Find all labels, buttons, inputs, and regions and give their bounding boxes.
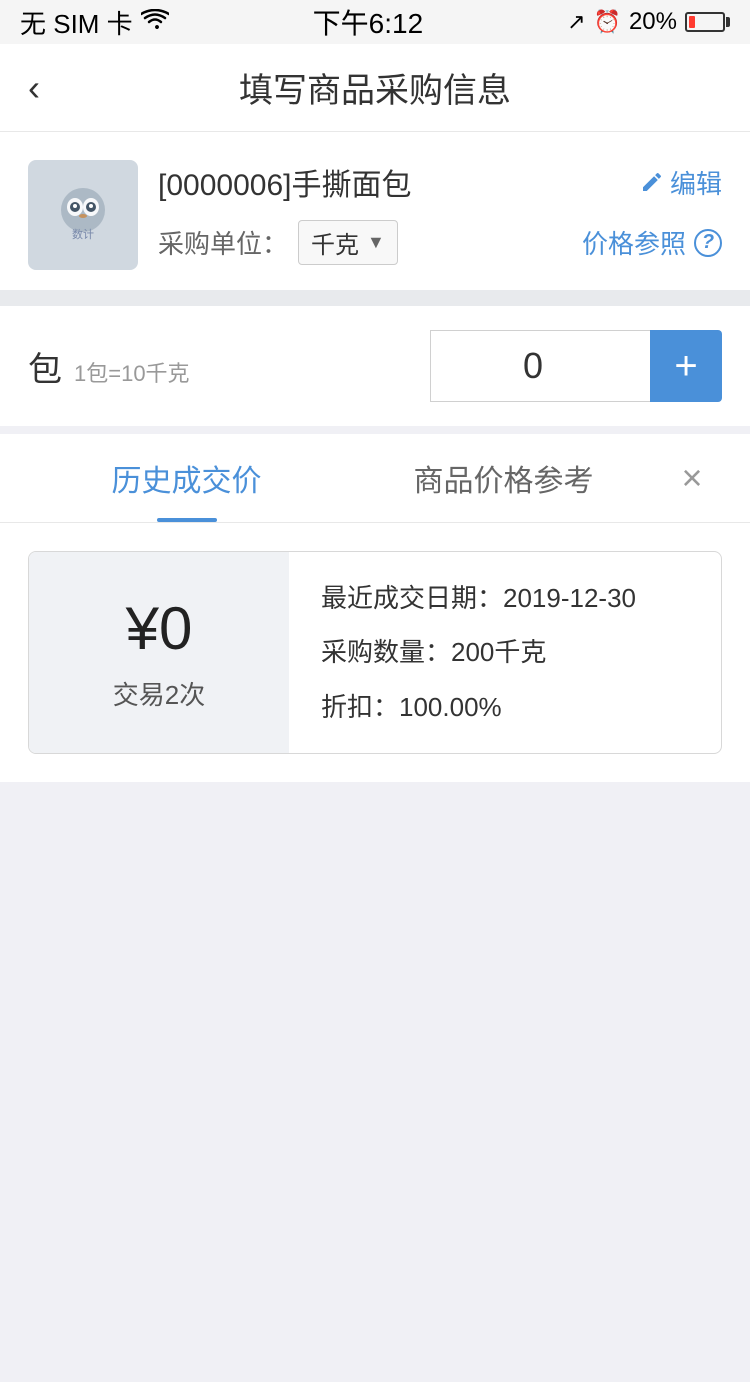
status-bar: 无 SIM 卡 下午6:12 ↗ ⏰ 20% [0, 0, 750, 44]
svg-text:数计: 数计 [72, 228, 94, 241]
status-right: ↗ ⏰ 20% [567, 8, 730, 36]
price-card-left: ¥0 交易2次 [29, 552, 289, 753]
status-left: 无 SIM 卡 [20, 4, 169, 41]
wifi-icon [141, 7, 169, 38]
back-button[interactable]: ‹ [28, 67, 40, 109]
price-amount: ¥0 [126, 594, 193, 663]
quantity-unit-label: 包 [28, 342, 62, 391]
bottom-space [0, 782, 750, 1382]
carrier-text: 无 SIM 卡 [20, 4, 133, 41]
edit-button[interactable]: 编辑 [640, 164, 722, 201]
price-reference-button[interactable]: 价格参照 ? [582, 224, 722, 261]
date-row: 最近成交日期：2019-12-30 [321, 580, 689, 616]
amount-value: 0 [159, 595, 192, 662]
product-id: [0000006] [158, 169, 291, 202]
discount-row: 折扣：100.00% [321, 689, 689, 725]
tab-product-price-ref[interactable]: 商品价格参考 [345, 434, 662, 522]
quantity-convert-note: 1包=10千克 [74, 356, 190, 388]
page-header: ‹ 填写商品采购信息 [0, 44, 750, 132]
purchase-unit-label: 采购单位： [158, 224, 288, 261]
product-info: [0000006]手撕面包 编辑 采购单位： 千克 ▼ [158, 160, 722, 265]
tabs-header: 历史成交价 商品价格参考 × [0, 434, 750, 523]
price-card-right: 最近成交日期：2019-12-30 采购数量：200千克 折扣：100.00% [289, 552, 721, 753]
quantity-row: 采购数量：200千克 [321, 634, 689, 670]
tabs-section: 历史成交价 商品价格参考 × ¥0 交易2次 最近成交日期：2019-12-30… [0, 434, 750, 782]
quantity-section: 包 1包=10千克 + [0, 306, 750, 426]
currency-symbol: ¥ [126, 595, 159, 662]
history-price-content: ¥0 交易2次 最近成交日期：2019-12-30 采购数量：200千克 折扣：… [0, 523, 750, 782]
location-icon: ↗ [567, 9, 585, 35]
page-title: 填写商品采购信息 [239, 63, 511, 112]
tab-history-price[interactable]: 历史成交价 [28, 434, 345, 522]
trade-count: 交易2次 [113, 675, 205, 712]
product-name: [0000006]手撕面包 [158, 160, 411, 204]
battery-icon [685, 12, 730, 32]
quantity-input[interactable] [430, 330, 650, 402]
battery-percent: 20% [629, 8, 677, 36]
info-icon: ? [694, 229, 722, 257]
product-name-text: 手撕面包 [291, 169, 411, 202]
unit-select[interactable]: 千克 ▼ [298, 220, 398, 265]
unit-value: 千克 [311, 225, 359, 260]
status-time: 下午6:12 [313, 2, 424, 42]
product-section: 数计 [0000006]手撕面包 编辑 采购单位： 千克 [0, 132, 750, 290]
edit-icon [640, 170, 664, 194]
product-logo: 数计 [48, 180, 118, 250]
product-thumbnail: 数计 [28, 160, 138, 270]
quantity-plus-button[interactable]: + [650, 330, 722, 402]
alarm-icon: ⏰ [594, 9, 621, 35]
chevron-down-icon: ▼ [367, 232, 385, 253]
quantity-input-group: + [430, 330, 722, 402]
price-card: ¥0 交易2次 最近成交日期：2019-12-30 采购数量：200千克 折扣：… [28, 551, 722, 754]
tab-close-button[interactable]: × [662, 434, 722, 522]
section-divider [0, 290, 750, 306]
